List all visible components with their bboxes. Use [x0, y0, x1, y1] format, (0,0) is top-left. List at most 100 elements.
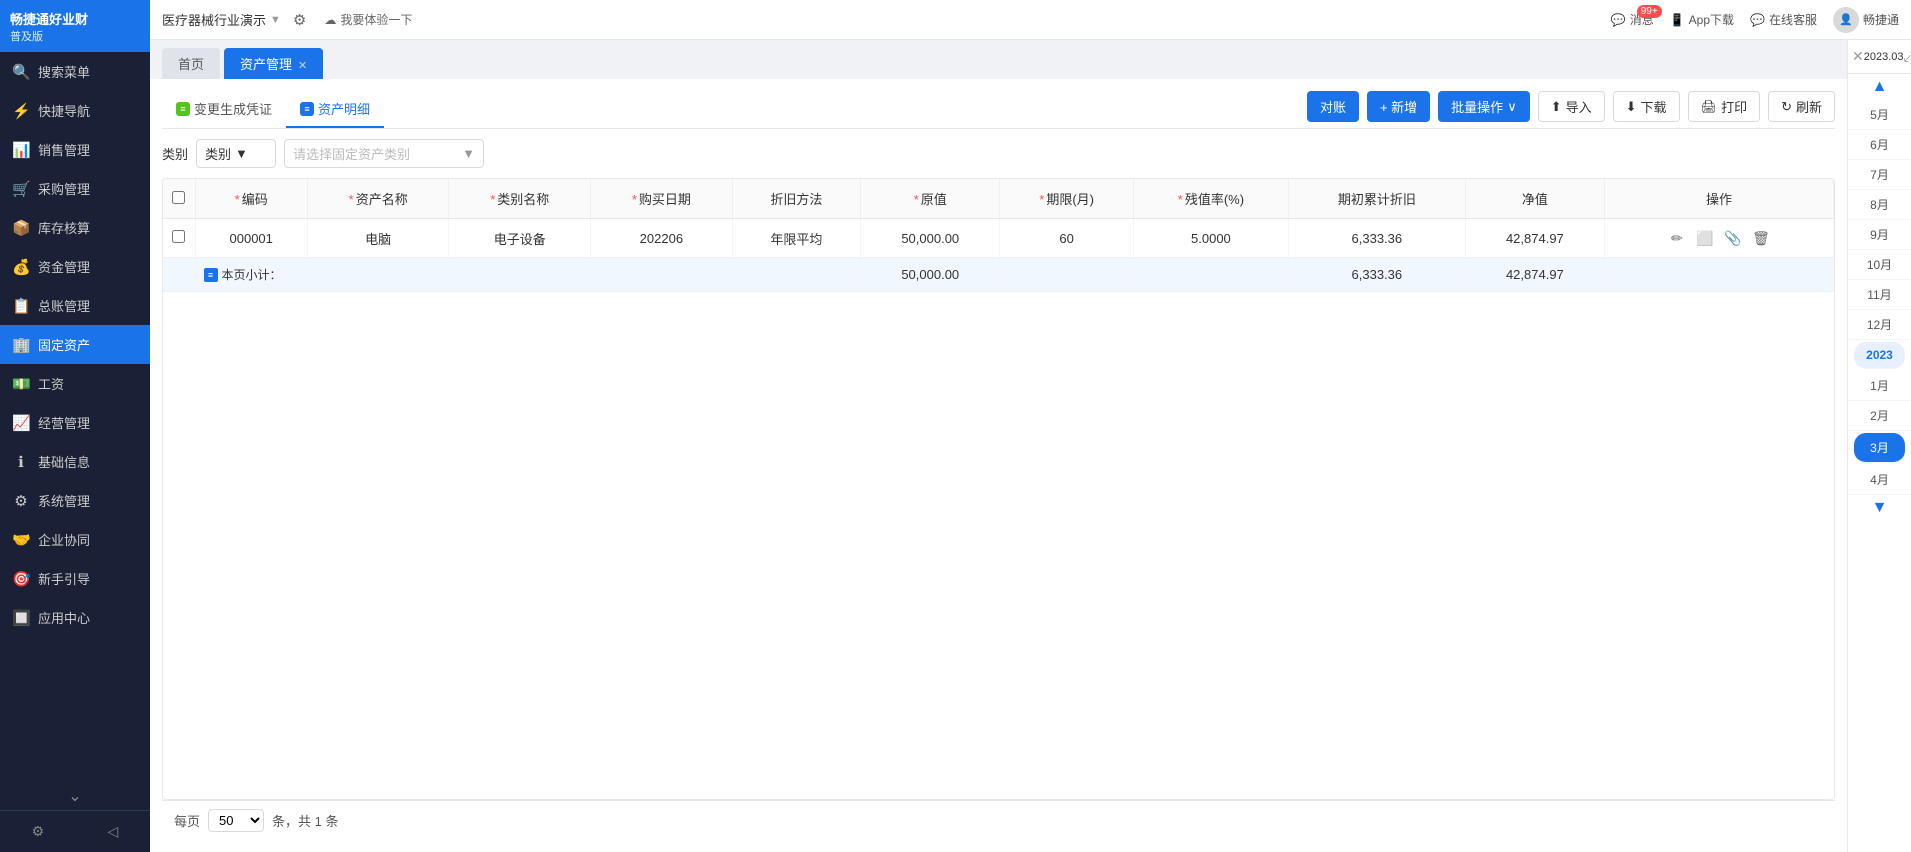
avatar: 👤	[1833, 7, 1859, 33]
message-icon: 💬	[1611, 13, 1626, 27]
sidebar-item-label: 应用中心	[38, 608, 90, 627]
month-item[interactable]: 11月	[1848, 280, 1911, 310]
month-item[interactable]: 6月	[1848, 130, 1911, 160]
company-selector[interactable]: 医疗器械行业演示 ▼	[162, 10, 281, 29]
cell-initial-depreciation: 6,333.36	[1288, 219, 1465, 258]
app-edition: 普及版	[10, 28, 43, 44]
col-name: *资产名称	[307, 179, 449, 219]
service-btn[interactable]: 💬 在线客服	[1750, 11, 1817, 28]
sidebar-icon: ⚡	[12, 102, 30, 120]
topbar-gear-icon[interactable]: ⚙	[293, 11, 306, 29]
delete-icon[interactable]: 🗑	[1750, 227, 1772, 249]
batch-label: 批量操作	[1451, 97, 1503, 116]
sidebar-item-搜索菜单[interactable]: 🔍搜索菜单	[0, 52, 150, 91]
category-type-value: 类别	[205, 144, 231, 163]
month-item[interactable]: 1月	[1848, 371, 1911, 401]
sidebar-item-采购管理[interactable]: 🛒采购管理	[0, 169, 150, 208]
right-panel-expand-btn[interactable]: ⤢	[1904, 48, 1911, 65]
tab-资产管理[interactable]: 资产管理✕	[224, 48, 323, 79]
row-checkbox[interactable]	[172, 230, 185, 243]
messages-btn[interactable]: 💬 消息 99+	[1611, 11, 1654, 28]
edit-icon[interactable]: ✏	[1666, 227, 1688, 249]
sidebar-item-销售管理[interactable]: 📊销售管理	[0, 130, 150, 169]
per-page-label: 每页	[174, 811, 200, 830]
month-item[interactable]: 10月	[1848, 250, 1911, 280]
sidebar-icon: 🔲	[12, 609, 30, 627]
month-item[interactable]: 9月	[1848, 220, 1911, 250]
month-item[interactable]: 5月	[1848, 100, 1911, 130]
sidebar-item-企业协同[interactable]: 🤝企业协同	[0, 520, 150, 559]
print-icon: 🖨	[1701, 99, 1718, 115]
cell-category: 电子设备	[449, 219, 591, 258]
sidebar-item-工资[interactable]: 💵工资	[0, 364, 150, 403]
company-dropdown-icon: ▼	[270, 14, 281, 26]
attachment-icon[interactable]: 📎	[1722, 227, 1744, 249]
per-page-select[interactable]: 50 10 20 100	[208, 809, 264, 832]
app-download-label: App下载	[1689, 11, 1734, 28]
sidebar-scroll-down[interactable]: ⌄	[0, 782, 150, 810]
topbar-experience[interactable]: ☁ 我要体验一下	[324, 11, 412, 28]
subtotal-original-value: 50,000.00	[861, 258, 1000, 292]
sub-tab-资产明细[interactable]: ≡资产明细	[286, 91, 384, 128]
col-code: *编码	[195, 179, 307, 219]
category-placeholder: 请选择固定资产类别	[293, 144, 410, 163]
month-item[interactable]: 8月	[1848, 190, 1911, 220]
month-item[interactable]: 2月	[1848, 401, 1911, 431]
nav-down-btn[interactable]: ▼	[1848, 495, 1911, 521]
sidebar-item-label: 经营管理	[38, 413, 90, 432]
right-panel-close-btn[interactable]: ✕	[1852, 48, 1864, 65]
category-type-select[interactable]: 类别 ▼	[196, 139, 276, 168]
sidebar-item-库存核算[interactable]: 📦库存核算	[0, 208, 150, 247]
sidebar-bottom: ⚙ ◁	[0, 810, 150, 852]
subtotal-icon: ≡	[204, 268, 218, 282]
sub-tabs: ≡变更生成凭证≡资产明细 对账 + 新增 批量操作 ∨ ⬆ 导入	[162, 91, 1835, 129]
sidebar-item-快捷导航[interactable]: ⚡快捷导航	[0, 91, 150, 130]
duizhang-btn[interactable]: 对账	[1307, 91, 1359, 122]
subtotal-residual	[1133, 258, 1288, 292]
sidebar-item-经营管理[interactable]: 📈经营管理	[0, 403, 150, 442]
sub-tab-label: 变更生成凭证	[194, 99, 272, 118]
download-btn[interactable]: ⬇ 下载	[1613, 91, 1680, 122]
sidebar-icon: 🛒	[12, 180, 30, 198]
sidebar-item-固定资产[interactable]: 🏢固定资产	[0, 325, 150, 364]
sidebar-collapse-btn[interactable]: ◁	[100, 819, 127, 844]
month-item[interactable]: 3月	[1854, 433, 1905, 463]
table-header: *编码 *资产名称 *类别名称 *购买日期 折旧方法 *原值 *期限(月) *残…	[163, 179, 1834, 219]
print-btn[interactable]: 🖨 打印	[1688, 91, 1761, 122]
month-item[interactable]: 7月	[1848, 160, 1911, 190]
app-logo: 畅捷通好业财 普及版	[0, 0, 150, 52]
refresh-btn[interactable]: ↻ 刷新	[1768, 91, 1835, 122]
app-download-btn[interactable]: 📱 App下载	[1670, 11, 1734, 28]
sidebar-item-系统管理[interactable]: ⚙系统管理	[0, 481, 150, 520]
month-item[interactable]: 4月	[1848, 465, 1911, 495]
col-original-value: *原值	[861, 179, 1000, 219]
cell-purchase-date: 202206	[591, 219, 733, 258]
tab-首页[interactable]: 首页	[162, 48, 220, 79]
category-input[interactable]: 请选择固定资产类别 ▼	[284, 139, 484, 168]
nav-up-btn[interactable]: ▲	[1848, 74, 1911, 100]
select-arrow: ▼	[235, 146, 248, 161]
sidebar-item-资金管理[interactable]: 💰资金管理	[0, 247, 150, 286]
sidebar-item-基础信息[interactable]: ℹ基础信息	[0, 442, 150, 481]
select-all-header	[163, 179, 195, 219]
table-body: 000001 电脑 电子设备 202206 年限平均 50,000.00 60 …	[163, 219, 1834, 292]
batch-btn[interactable]: 批量操作 ∨	[1438, 91, 1530, 122]
subtotal-checkbox-cell	[163, 258, 195, 292]
import-btn[interactable]: ⬆ 导入	[1538, 91, 1605, 122]
user-profile[interactable]: 👤 畅捷通	[1833, 7, 1899, 33]
tab-close-icon[interactable]: ✕	[298, 60, 307, 72]
month-item[interactable]: 12月	[1848, 310, 1911, 340]
copy-icon[interactable]: ⬜	[1694, 227, 1716, 249]
sidebar-icon: 📊	[12, 141, 30, 159]
new-btn[interactable]: + 新增	[1367, 91, 1430, 122]
sidebar-item-新手引导[interactable]: 🎯新手引导	[0, 559, 150, 598]
select-all-checkbox[interactable]	[172, 191, 185, 204]
sidebar-item-应用中心[interactable]: 🔲 应用中心	[0, 598, 150, 637]
tabs-bar: 首页资产管理✕	[150, 40, 1847, 79]
sidebar-item-总账管理[interactable]: 📋总账管理	[0, 286, 150, 325]
sidebar-settings-btn[interactable]: ⚙	[24, 819, 53, 844]
sub-tab-变更生成凭证[interactable]: ≡变更生成凭证	[162, 91, 286, 128]
experience-label: 我要体验一下	[340, 11, 412, 28]
col-net-value: 净值	[1465, 179, 1604, 219]
subtotal-row: ≡ 本页小计： 50,000.00 6,333.36 42,874.97	[163, 258, 1834, 292]
